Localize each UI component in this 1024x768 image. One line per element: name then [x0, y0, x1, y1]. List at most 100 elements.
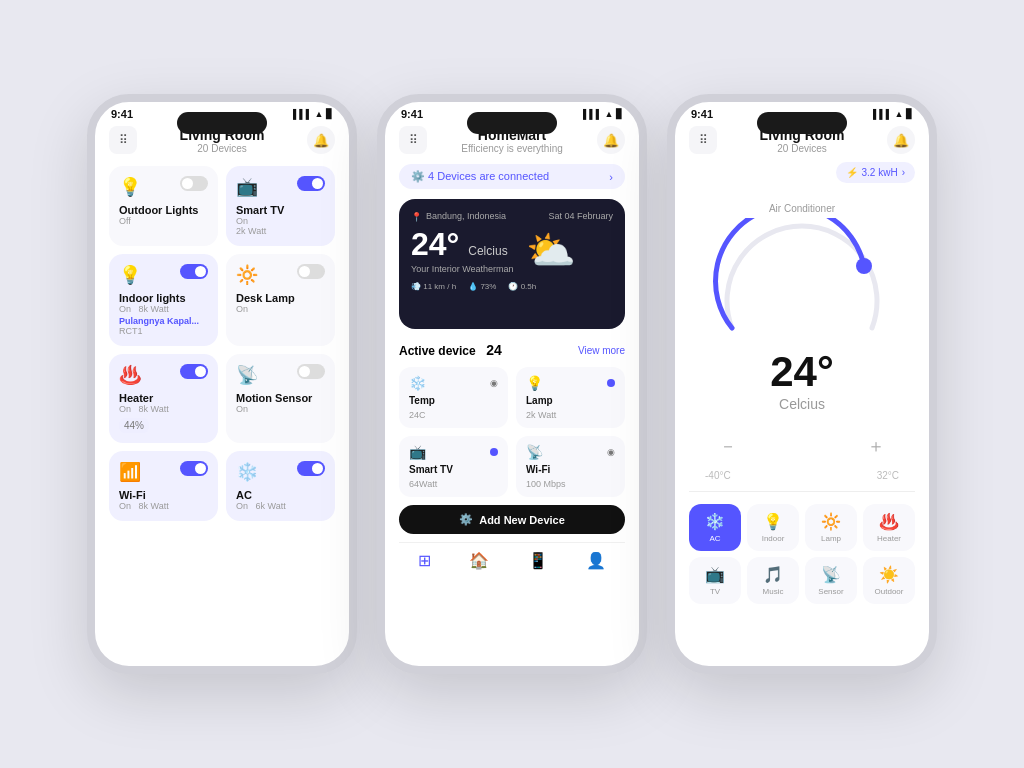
weather-temp: 24°: [411, 226, 459, 262]
wifi-device-icon: 📡: [526, 444, 543, 460]
outdoor-tab-label: Outdoor: [875, 587, 904, 596]
wifi-device-watt: 100 Mbps: [526, 479, 615, 489]
tab-tv[interactable]: 📺 TV: [689, 557, 741, 604]
weather-stats: 💨 11 km / h 💧 73% 🕐 0.5h: [411, 282, 613, 291]
add-device-button[interactable]: ⚙️ Add New Device: [399, 505, 625, 534]
heater-tab-label: Heater: [877, 534, 901, 543]
desk-lamp-name: Desk Lamp: [236, 292, 325, 304]
lamp-device-icon: 💡: [526, 375, 543, 391]
indoor-lights-toggle[interactable]: [180, 264, 208, 279]
temp-device-card[interactable]: ❄️ ◉ Temp 24C: [399, 367, 508, 428]
smarttv-device-dot: [490, 448, 498, 456]
phone2-grid-icon[interactable]: ⠿: [399, 126, 427, 154]
wifi-icon: 📶: [119, 461, 141, 483]
view-more-link[interactable]: View more: [578, 345, 625, 356]
time-stat: 🕐 0.5h: [508, 282, 536, 291]
app-container: 9:41 ▌▌▌ ▲ ▊ ⠿ Living Room 20 Devices 🔔 …: [67, 54, 957, 714]
separator: [689, 491, 915, 492]
temp-increase-button[interactable]: ＋: [867, 434, 885, 458]
outdoor-lights-status: Off: [119, 216, 208, 226]
heater-percent: 44%: [119, 418, 149, 433]
wifi-toggle[interactable]: [180, 461, 208, 476]
wifi-device-card[interactable]: 📡 ◉ Wi-Fi 100 Mbps: [516, 436, 625, 497]
temp-decrease-button[interactable]: －: [719, 434, 737, 458]
lamp-tab-label: Lamp: [821, 534, 841, 543]
heater-name: Heater: [119, 392, 208, 404]
heater-toggle[interactable]: [180, 364, 208, 379]
ac-temp-unit: Celcius: [779, 396, 825, 412]
sensor-tab-icon: 📡: [821, 565, 841, 584]
weather-location: Bandung, Indonesia: [426, 211, 506, 221]
smart-tv-watt: 2k Watt: [236, 226, 325, 236]
outdoor-lights-name: Outdoor Lights: [119, 204, 208, 216]
indoor-lights-name: Indoor lights: [119, 292, 208, 304]
tab-outdoor[interactable]: ☀️ Outdoor: [863, 557, 915, 604]
tab-indoor[interactable]: 💡 Indoor: [747, 504, 799, 551]
weather-date: Sat 04 February: [548, 211, 613, 221]
kwh-badge[interactable]: ⚡ 3.2 kwH ›: [836, 162, 915, 183]
smart-tv-icon: 📺: [236, 176, 258, 198]
phone-1-time: 9:41: [111, 108, 133, 120]
connected-badge-arrow: ›: [609, 171, 613, 183]
phone-2-time: 9:41: [401, 108, 423, 120]
nav-tablet[interactable]: 📱: [528, 551, 548, 570]
kwh-icon: ⚡: [846, 167, 858, 178]
lamp-device-dot: [607, 379, 615, 387]
lamp-device-watt: 2k Watt: [526, 410, 615, 420]
smart-tv-card: 📺 Smart TV On 2k Watt: [226, 166, 335, 246]
weather-card: 📍 Bandung, Indonesia Sat 04 February 24°…: [399, 199, 625, 329]
smarttv-device-card[interactable]: 📺 Smart TV 64Watt: [399, 436, 508, 497]
device-tabs-row2: 📺 TV 🎵 Music 📡 Sensor ☀️ Outdoor: [689, 557, 915, 604]
temp-device-name: Temp: [409, 395, 498, 406]
phone2-notification-bell[interactable]: 🔔: [597, 126, 625, 154]
temp-range: -40°C 32°C: [689, 470, 915, 481]
phone3-notification-bell[interactable]: 🔔: [887, 126, 915, 154]
phone3-grid-icon[interactable]: ⠿: [689, 126, 717, 154]
lamp-device-card[interactable]: 💡 Lamp 2k Watt: [516, 367, 625, 428]
tv-tab-label: TV: [710, 587, 720, 596]
smart-tv-toggle[interactable]: [297, 176, 325, 191]
phone-3-notch: [757, 112, 847, 134]
wifi-card: 📶 Wi-Fi On 8k Watt: [109, 451, 218, 521]
tab-music[interactable]: 🎵 Music: [747, 557, 799, 604]
smarttv-device-name: Smart TV: [409, 464, 498, 475]
ac-dial[interactable]: [712, 218, 892, 348]
nav-home[interactable]: 🏠: [469, 551, 489, 570]
phone-3-status-icons: ▌▌▌ ▲ ▊: [873, 109, 913, 119]
music-tab-label: Music: [763, 587, 784, 596]
tab-ac[interactable]: ❄️ AC: [689, 504, 741, 551]
temp-device-indicator: ◉: [490, 378, 498, 388]
device-list-row-2: 📺 Smart TV 64Watt 📡 ◉ Wi-Fi 100 Mbps: [399, 436, 625, 497]
kwh-arrow: ›: [902, 167, 905, 178]
device-grid: 💡 Outdoor Lights Off 📺 Smart TV On 2k Wa…: [109, 166, 335, 521]
wifi-status: On 8k Watt: [119, 501, 208, 511]
notification-bell[interactable]: 🔔: [307, 126, 335, 154]
ac-tab-icon: ❄️: [705, 512, 725, 531]
ac-status: On 6k Watt: [236, 501, 325, 511]
phone-1-notch: [177, 112, 267, 134]
nav-device[interactable]: ⊞: [418, 551, 431, 570]
phone-1-subtitle: 20 Devices: [180, 143, 265, 154]
temp-device-watt: 24C: [409, 410, 498, 420]
heater-status: On 8k Watt: [119, 404, 208, 414]
motion-sensor-toggle[interactable]: [297, 364, 325, 379]
phone-3-time: 9:41: [691, 108, 713, 120]
active-device-header: Active device 24 View more: [399, 341, 625, 359]
desk-lamp-icon: 🔆: [236, 264, 258, 286]
connected-badge[interactable]: ⚙️ 4 Devices are connected ›: [399, 164, 625, 189]
ac-name: AC: [236, 489, 325, 501]
lamp-device-name: Lamp: [526, 395, 615, 406]
tab-heater[interactable]: ♨️ Heater: [863, 504, 915, 551]
tab-lamp[interactable]: 🔆 Lamp: [805, 504, 857, 551]
phone-2-subtitle: Efficiency is everything: [461, 143, 563, 154]
phone-2: 9:41 ▌▌▌ ▲ ▊ ⠿ HomeMart Efficiency is ev…: [377, 94, 647, 674]
tv-tab-icon: 📺: [705, 565, 725, 584]
grid-icon[interactable]: ⠿: [109, 126, 137, 154]
nav-user[interactable]: 👤: [586, 551, 606, 570]
ac-toggle[interactable]: [297, 461, 325, 476]
desk-lamp-toggle[interactable]: [297, 264, 325, 279]
outdoor-tab-icon: ☀️: [879, 565, 899, 584]
outdoor-lights-toggle[interactable]: [180, 176, 208, 191]
tab-sensor[interactable]: 📡 Sensor: [805, 557, 857, 604]
smart-tv-name: Smart TV: [236, 204, 325, 216]
